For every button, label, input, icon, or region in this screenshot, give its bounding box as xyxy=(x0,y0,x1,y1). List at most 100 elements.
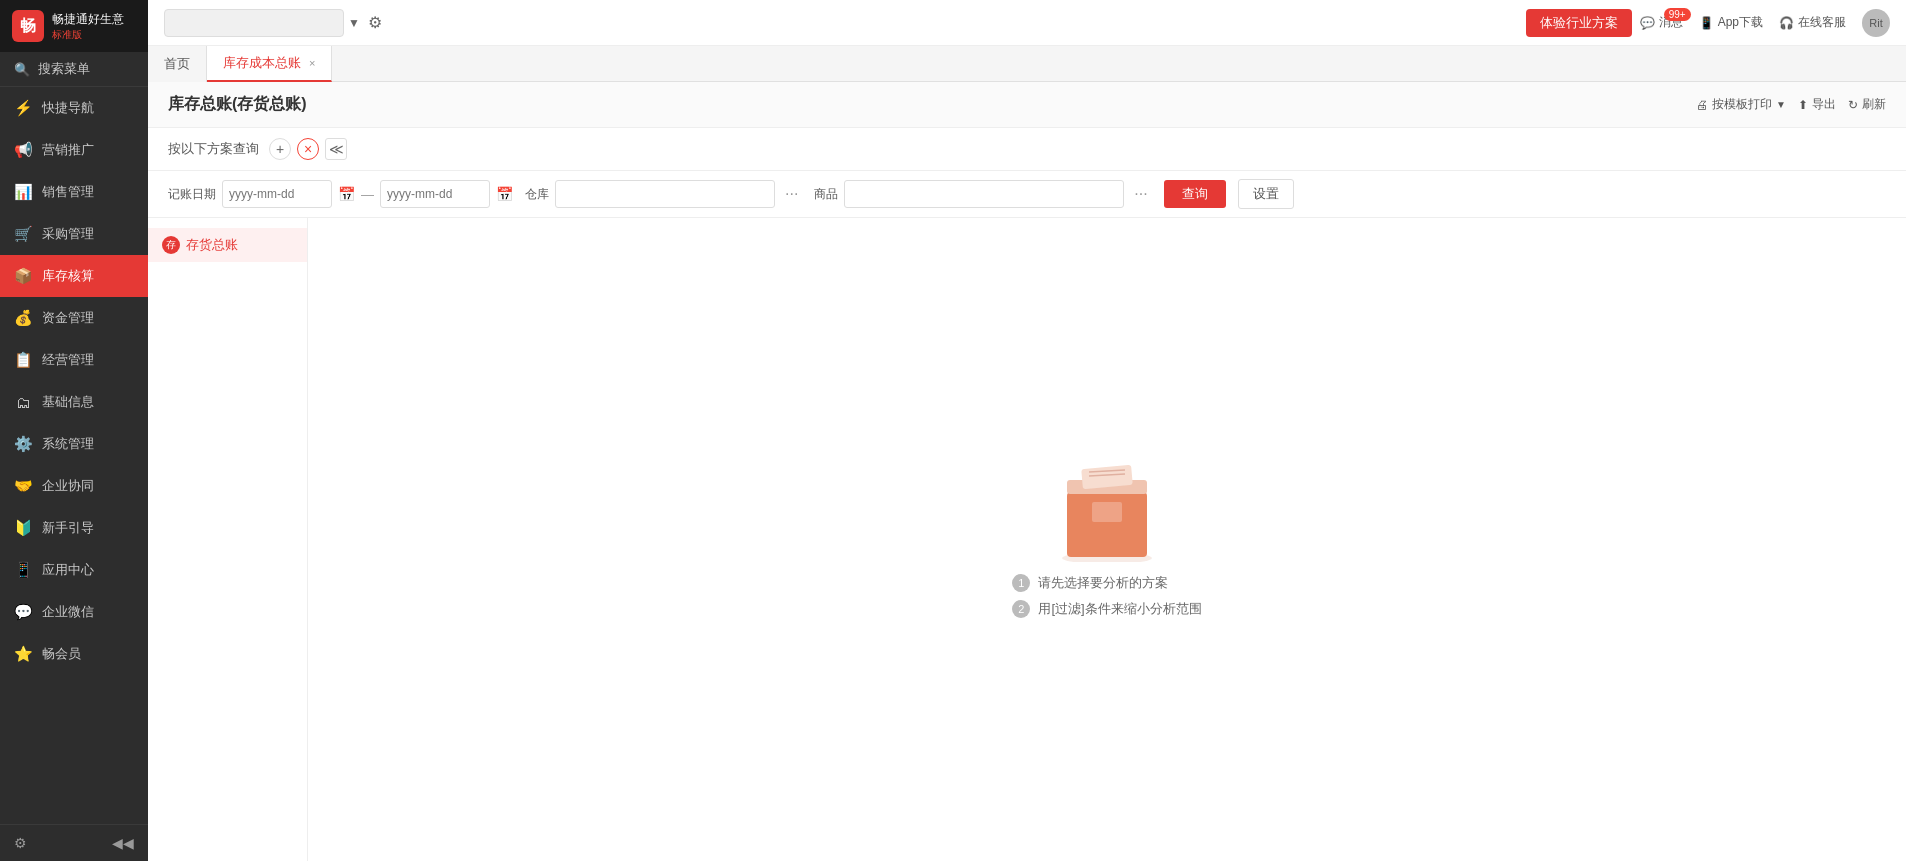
industry-btn[interactable]: 体验行业方案 xyxy=(1526,9,1632,37)
sidebar-item-label: 销售管理 xyxy=(42,183,94,201)
logo-icon: 畅 xyxy=(12,10,44,42)
svg-rect-3 xyxy=(1092,502,1122,522)
sidebar-item-quick-nav[interactable]: ⚡ 快捷导航 xyxy=(0,87,148,129)
filter-title: 按以下方案查询 xyxy=(168,140,259,158)
topbar-search-area: ▼ ⚙ xyxy=(164,9,1518,37)
goods-input[interactable] xyxy=(844,180,1124,208)
vip-icon: ⭐ xyxy=(14,645,32,663)
sidebar-item-label: 企业微信 xyxy=(42,603,94,621)
topbar-app-download[interactable]: 📱 App下载 xyxy=(1699,14,1763,31)
print-btn[interactable]: 🖨 按模板打印 ▼ xyxy=(1696,96,1786,113)
goods-filter-field: 商品 ··· xyxy=(814,180,1151,208)
filter-row: 记账日期 📅 — 📅 仓库 ··· 商品 ··· 查询 设置 xyxy=(148,171,1906,218)
topbar-online-service[interactable]: 🎧 在线客服 xyxy=(1779,14,1846,31)
sidebar-item-vip[interactable]: ⭐ 畅会员 xyxy=(0,633,148,675)
marketing-icon: 📢 xyxy=(14,141,32,159)
filter-settings-btn[interactable]: 设置 xyxy=(1238,179,1294,209)
scheme-panel: 存 存货总账 xyxy=(148,218,308,861)
sidebar-settings-btn[interactable]: ⚙ xyxy=(14,835,27,851)
app-icon: 📱 xyxy=(1699,16,1714,30)
empty-tips: 1 请先选择要分析的方案 2 用[过滤]条件来缩小分析范围 xyxy=(1012,574,1201,618)
sidebar-item-wechat[interactable]: 💬 企业微信 xyxy=(0,591,148,633)
sidebar-item-newbie[interactable]: 🔰 新手引导 xyxy=(0,507,148,549)
app-logo: 畅 畅捷通好生意 标准版 xyxy=(0,0,148,52)
export-btn[interactable]: ⬆ 导出 xyxy=(1798,96,1836,113)
empty-tip-2: 2 用[过滤]条件来缩小分析范围 xyxy=(1012,600,1201,618)
page-title: 库存总账(存货总账) xyxy=(168,94,307,115)
service-label: 在线客服 xyxy=(1798,14,1846,31)
date-start-input[interactable] xyxy=(222,180,332,208)
sidebar-item-apps[interactable]: 📱 应用中心 xyxy=(0,549,148,591)
topbar-gear-icon[interactable]: ⚙ xyxy=(368,13,382,32)
sidebar-item-purchase[interactable]: 🛒 采购管理 xyxy=(0,213,148,255)
tip-text-1: 请先选择要分析的方案 xyxy=(1038,574,1168,592)
filter-remove-btn[interactable]: × xyxy=(297,138,319,160)
active-tab-label: 库存成本总账 xyxy=(223,54,301,72)
finance-icon: 💰 xyxy=(14,309,32,327)
sidebar-item-operations[interactable]: 📋 经营管理 xyxy=(0,339,148,381)
topbar-messages[interactable]: 💬 消息 99+ xyxy=(1640,14,1683,31)
operations-icon: 📋 xyxy=(14,351,32,369)
sidebar-item-marketing[interactable]: 📢 营销推广 xyxy=(0,129,148,171)
export-label: 导出 xyxy=(1812,96,1836,113)
sidebar-collapse-btn[interactable]: ◀◀ xyxy=(112,835,134,851)
sidebar-item-label: 资金管理 xyxy=(42,309,94,327)
sidebar-item-inventory[interactable]: 📦 库存核算 xyxy=(0,255,148,297)
wechat-icon: 💬 xyxy=(14,603,32,621)
tip-num-2: 2 xyxy=(1012,600,1030,618)
export-icon: ⬆ xyxy=(1798,98,1808,112)
enterprise-icon: 🤝 xyxy=(14,477,32,495)
page-content: 库存总账(存货总账) 🖨 按模板打印 ▼ ⬆ 导出 ↻ 刷新 按以下方案查询 xyxy=(148,82,1906,861)
sidebar-item-enterprise[interactable]: 🤝 企业协同 xyxy=(0,465,148,507)
goods-label: 商品 xyxy=(814,186,838,203)
sidebar-nav: ⚡ 快捷导航 📢 营销推广 📊 销售管理 🛒 采购管理 📦 库存核算 💰 资金管… xyxy=(0,87,148,824)
empty-illustration xyxy=(1047,462,1167,562)
filter-add-btn[interactable]: + xyxy=(269,138,291,160)
refresh-btn[interactable]: ↻ 刷新 xyxy=(1848,96,1886,113)
sidebar-item-label: 库存核算 xyxy=(42,267,94,285)
warehouse-label: 仓库 xyxy=(525,186,549,203)
tip-num-1: 1 xyxy=(1012,574,1030,592)
tab-close-btn[interactable]: × xyxy=(309,57,315,69)
user-avatar[interactable]: Rit xyxy=(1862,9,1890,37)
sidebar-item-label: 采购管理 xyxy=(42,225,94,243)
print-icon: 🖨 xyxy=(1696,98,1708,112)
message-icon: 💬 xyxy=(1640,16,1655,30)
filter-bar: 按以下方案查询 + × ≪ xyxy=(148,128,1906,171)
scheme-item-inventory[interactable]: 存 存货总账 xyxy=(148,228,307,262)
tip-text-2: 用[过滤]条件来缩小分析范围 xyxy=(1038,600,1201,618)
warehouse-input[interactable] xyxy=(555,180,775,208)
goods-more-btn[interactable]: ··· xyxy=(1130,185,1151,203)
tab-inventory-ledger[interactable]: 库存成本总账 × xyxy=(207,46,332,82)
sidebar-item-sales[interactable]: 📊 销售管理 xyxy=(0,171,148,213)
date-separator: — xyxy=(361,187,374,202)
refresh-icon: ↻ xyxy=(1848,98,1858,112)
cal-end-icon[interactable]: 📅 xyxy=(496,186,513,202)
inventory-icon: 📦 xyxy=(14,267,32,285)
sidebar-item-basic[interactable]: 🗂 基础信息 xyxy=(0,381,148,423)
messages-badge: 99+ xyxy=(1664,8,1691,21)
sidebar: 畅 畅捷通好生意 标准版 🔍 搜索菜单 ⚡ 快捷导航 📢 营销推广 📊 销售管理… xyxy=(0,0,148,861)
date-filter-field: 记账日期 📅 — 📅 xyxy=(168,180,513,208)
sidebar-item-label: 基础信息 xyxy=(42,393,94,411)
basic-icon: 🗂 xyxy=(14,394,32,411)
system-icon: ⚙️ xyxy=(14,435,32,453)
topbar-dropdown-icon[interactable]: ▼ xyxy=(348,16,360,30)
app-download-label: App下载 xyxy=(1718,14,1763,31)
date-label: 记账日期 xyxy=(168,186,216,203)
sidebar-item-label: 营销推广 xyxy=(42,141,94,159)
date-end-input[interactable] xyxy=(380,180,490,208)
sidebar-item-finance[interactable]: 💰 资金管理 xyxy=(0,297,148,339)
tab-home[interactable]: 首页 xyxy=(148,46,207,82)
filter-collapse-btn[interactable]: ≪ xyxy=(325,138,347,160)
home-tab-label: 首页 xyxy=(164,55,190,73)
sidebar-search[interactable]: 🔍 搜索菜单 xyxy=(0,52,148,87)
query-btn[interactable]: 查询 xyxy=(1164,180,1226,208)
sidebar-item-system[interactable]: ⚙️ 系统管理 xyxy=(0,423,148,465)
warehouse-more-btn[interactable]: ··· xyxy=(781,185,802,203)
topbar-search-input[interactable] xyxy=(164,9,344,37)
empty-state: 1 请先选择要分析的方案 2 用[过滤]条件来缩小分析范围 xyxy=(308,218,1906,861)
cal-start-icon[interactable]: 📅 xyxy=(338,186,355,202)
scheme-item-icon: 存 xyxy=(162,236,180,254)
app-sub: 标准版 xyxy=(52,28,124,42)
